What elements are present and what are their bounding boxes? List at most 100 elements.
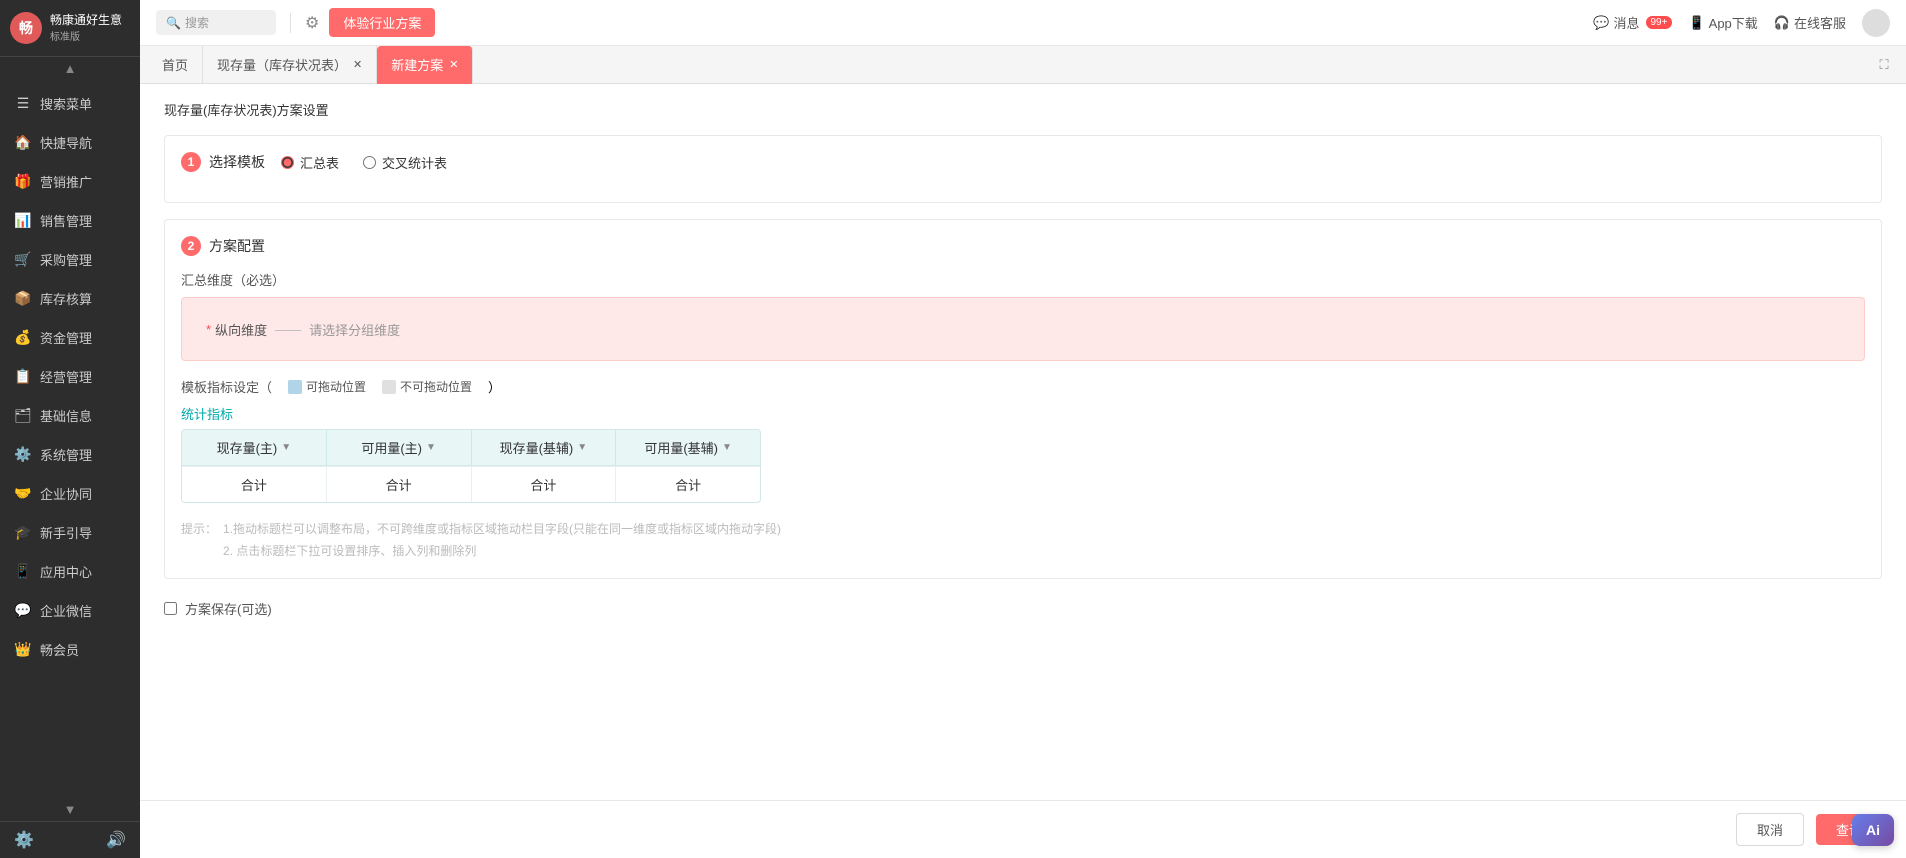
sidebar-item-finance[interactable]: 💰 资金管理	[0, 318, 140, 357]
sidebar-item-label: 畅会员	[40, 640, 79, 659]
sidebar-item-label: 搜索菜单	[40, 94, 92, 113]
stats-col-cell-3: 合计	[616, 467, 760, 502]
stats-col-header-3[interactable]: 可用量(基辅) ▼	[616, 430, 760, 465]
tab-home-label: 首页	[162, 55, 188, 74]
sidebar-item-system[interactable]: ⚙️ 系统管理	[0, 435, 140, 474]
dims-box[interactable]: * 纵向维度 —— 请选择分组维度	[181, 297, 1865, 361]
sidebar-footer: ⚙️ 🔊	[0, 821, 140, 858]
radio-summary-input[interactable]	[281, 156, 294, 169]
chevron-down-icon-1: ▼	[426, 442, 436, 453]
tab-inventory-close-icon[interactable]: ✕	[353, 58, 362, 71]
metrics-label-row: 模板指标设定（ 可拖动位置 不可拖动位置 ）	[181, 377, 1865, 396]
sidebar-scroll-up[interactable]: ▲	[0, 57, 140, 80]
trial-industry-button[interactable]: 体验行业方案	[329, 8, 435, 37]
stats-col-header-1[interactable]: 可用量(主) ▼	[327, 430, 472, 465]
chat-icon: 💬	[14, 602, 32, 620]
radio-summary[interactable]: 汇总表	[281, 153, 339, 172]
speaker-icon[interactable]: 🔊	[106, 830, 126, 850]
radio-cross-input[interactable]	[363, 156, 376, 169]
metrics-label-text: 模板指标设定（	[181, 377, 272, 396]
sidebar-item-label: 新手引导	[40, 523, 92, 542]
folder-icon: 🗂	[14, 407, 32, 425]
message-badge: 99+	[1646, 16, 1673, 29]
step1-badge: 1	[181, 152, 201, 172]
app-edition: 标准版	[50, 28, 122, 43]
cart-icon: 🛒	[14, 251, 32, 269]
tab-bar: 首页 现存量（库存状况表） ✕ 新建方案 ✕ ⛶	[140, 46, 1906, 84]
content-area: 现存量(库存状况表)方案设置 1 选择模板 汇总表 交叉统计表	[140, 84, 1906, 800]
graduate-icon: 🎓	[14, 524, 32, 542]
settings-icon[interactable]: ⚙️	[14, 830, 34, 850]
clipboard-icon: 📋	[14, 368, 32, 386]
dims-field-label: 纵向维度	[215, 320, 267, 339]
tip-text-2: 2. 点击标题栏下拉可设置排序、插入列和删除列	[223, 541, 476, 563]
save-option-label: 方案保存(可选)	[185, 599, 272, 618]
tab-expand-button[interactable]: ⛶	[1870, 51, 1898, 79]
tab-new-scheme[interactable]: 新建方案 ✕	[377, 46, 473, 84]
step2-section: 2 方案配置 汇总维度（必选） * 纵向维度 —— 请选择分组维度 模板指标设定…	[164, 219, 1882, 579]
expand-icon: ⛶	[1879, 57, 1888, 73]
customer-service-button[interactable]: 🎧 在线客服	[1774, 13, 1846, 32]
sidebar-item-inventory[interactable]: 📦 库存核算	[0, 279, 140, 318]
chevron-down-icon-0: ▼	[281, 442, 291, 453]
save-checkbox[interactable]	[164, 602, 177, 615]
messages-button[interactable]: 💬 消息 99+	[1593, 13, 1672, 32]
dims-placeholder: 请选择分组维度	[309, 320, 400, 339]
stats-col-label-3: 可用量(基辅)	[644, 438, 718, 457]
app-download-button[interactable]: 📱 App下载	[1688, 13, 1757, 32]
stats-col-header-0[interactable]: 现存量(主) ▼	[182, 430, 327, 465]
sidebar-item-cooperation[interactable]: 🤝 企业协同	[0, 474, 140, 513]
stats-title: 统计指标	[181, 404, 1865, 423]
tab-inventory[interactable]: 现存量（库存状况表） ✕	[203, 46, 377, 84]
ai-float-button[interactable]: Ai	[1852, 814, 1894, 846]
stats-col-cell-1: 合计	[327, 467, 472, 502]
sidebar-item-label: 基础信息	[40, 406, 92, 425]
sidebar-logo: 畅 畅康通好生意 标准版	[0, 0, 140, 57]
sidebar-item-marketing[interactable]: 🎁 营销推广	[0, 162, 140, 201]
sidebar-scroll-down[interactable]: ▼	[0, 798, 140, 821]
sidebar-item-label: 营销推广	[40, 172, 92, 191]
sidebar-item-search[interactable]: ☰ 搜索菜单	[0, 84, 140, 123]
sidebar-item-guide[interactable]: 🎓 新手引导	[0, 513, 140, 552]
sidebar-item-management[interactable]: 📋 经营管理	[0, 357, 140, 396]
user-avatar[interactable]	[1862, 9, 1890, 37]
settings-gear-icon[interactable]: ⚙	[305, 13, 319, 33]
step2-title: 方案配置	[209, 236, 265, 256]
home-icon: 🏠	[14, 134, 32, 152]
tip-label: 提示：	[181, 519, 217, 541]
sidebar-item-apps[interactable]: 📱 应用中心	[0, 552, 140, 591]
stats-table: 现存量(主) ▼ 可用量(主) ▼ 现存量(基辅) ▼ 可用量(基辅)	[181, 429, 761, 503]
sidebar-item-member[interactable]: 👑 畅会员	[0, 630, 140, 669]
stats-table-header: 现存量(主) ▼ 可用量(主) ▼ 现存量(基辅) ▼ 可用量(基辅)	[182, 430, 760, 466]
sidebar-item-nav[interactable]: 🏠 快捷导航	[0, 123, 140, 162]
sidebar-item-label: 资金管理	[40, 328, 92, 347]
radio-cross-label: 交叉统计表	[382, 153, 447, 172]
sidebar-item-purchase[interactable]: 🛒 采购管理	[0, 240, 140, 279]
stats-col-header-2[interactable]: 现存量(基辅) ▼	[472, 430, 617, 465]
step2-badge: 2	[181, 236, 201, 256]
sidebar-item-label: 采购管理	[40, 250, 92, 269]
dims-label: 汇总维度（必选）	[181, 270, 1865, 289]
search-placeholder-text: 搜索	[185, 14, 209, 31]
sidebar-item-basic[interactable]: 🗂 基础信息	[0, 396, 140, 435]
sidebar-item-wechat[interactable]: 💬 企业微信	[0, 591, 140, 630]
sidebar-item-label: 库存核算	[40, 289, 92, 308]
topbar-search[interactable]: 🔍 搜索	[156, 10, 276, 35]
metrics-close: ）	[488, 377, 501, 396]
sidebar-item-sales[interactable]: 📊 销售管理	[0, 201, 140, 240]
cancel-button[interactable]: 取消	[1736, 813, 1804, 846]
search-menu-icon: ☰	[14, 95, 32, 113]
tab-new-scheme-label: 新建方案	[391, 55, 443, 74]
bottom-bar: 取消 查询	[140, 800, 1906, 858]
sidebar-item-label: 应用中心	[40, 562, 92, 581]
tab-home[interactable]: 首页	[148, 46, 203, 84]
dims-section: 汇总维度（必选） * 纵向维度 —— 请选择分组维度	[181, 270, 1865, 361]
dims-dash: ——	[275, 322, 301, 337]
tip-item-2: 提示： 2. 点击标题栏下拉可设置排序、插入列和删除列	[181, 541, 1865, 563]
tip-text-1: 1.拖动标题栏可以调整布局，不可跨维度或指标区域拖动栏目字段(只能在同一维度或指…	[223, 519, 781, 541]
tab-new-scheme-close-icon[interactable]: ✕	[449, 58, 458, 71]
radio-cross[interactable]: 交叉统计表	[363, 153, 447, 172]
draggable-label: 可拖动位置	[306, 378, 366, 395]
topbar-divider	[290, 13, 291, 33]
page-title: 现存量(库存状况表)方案设置	[164, 100, 1882, 119]
